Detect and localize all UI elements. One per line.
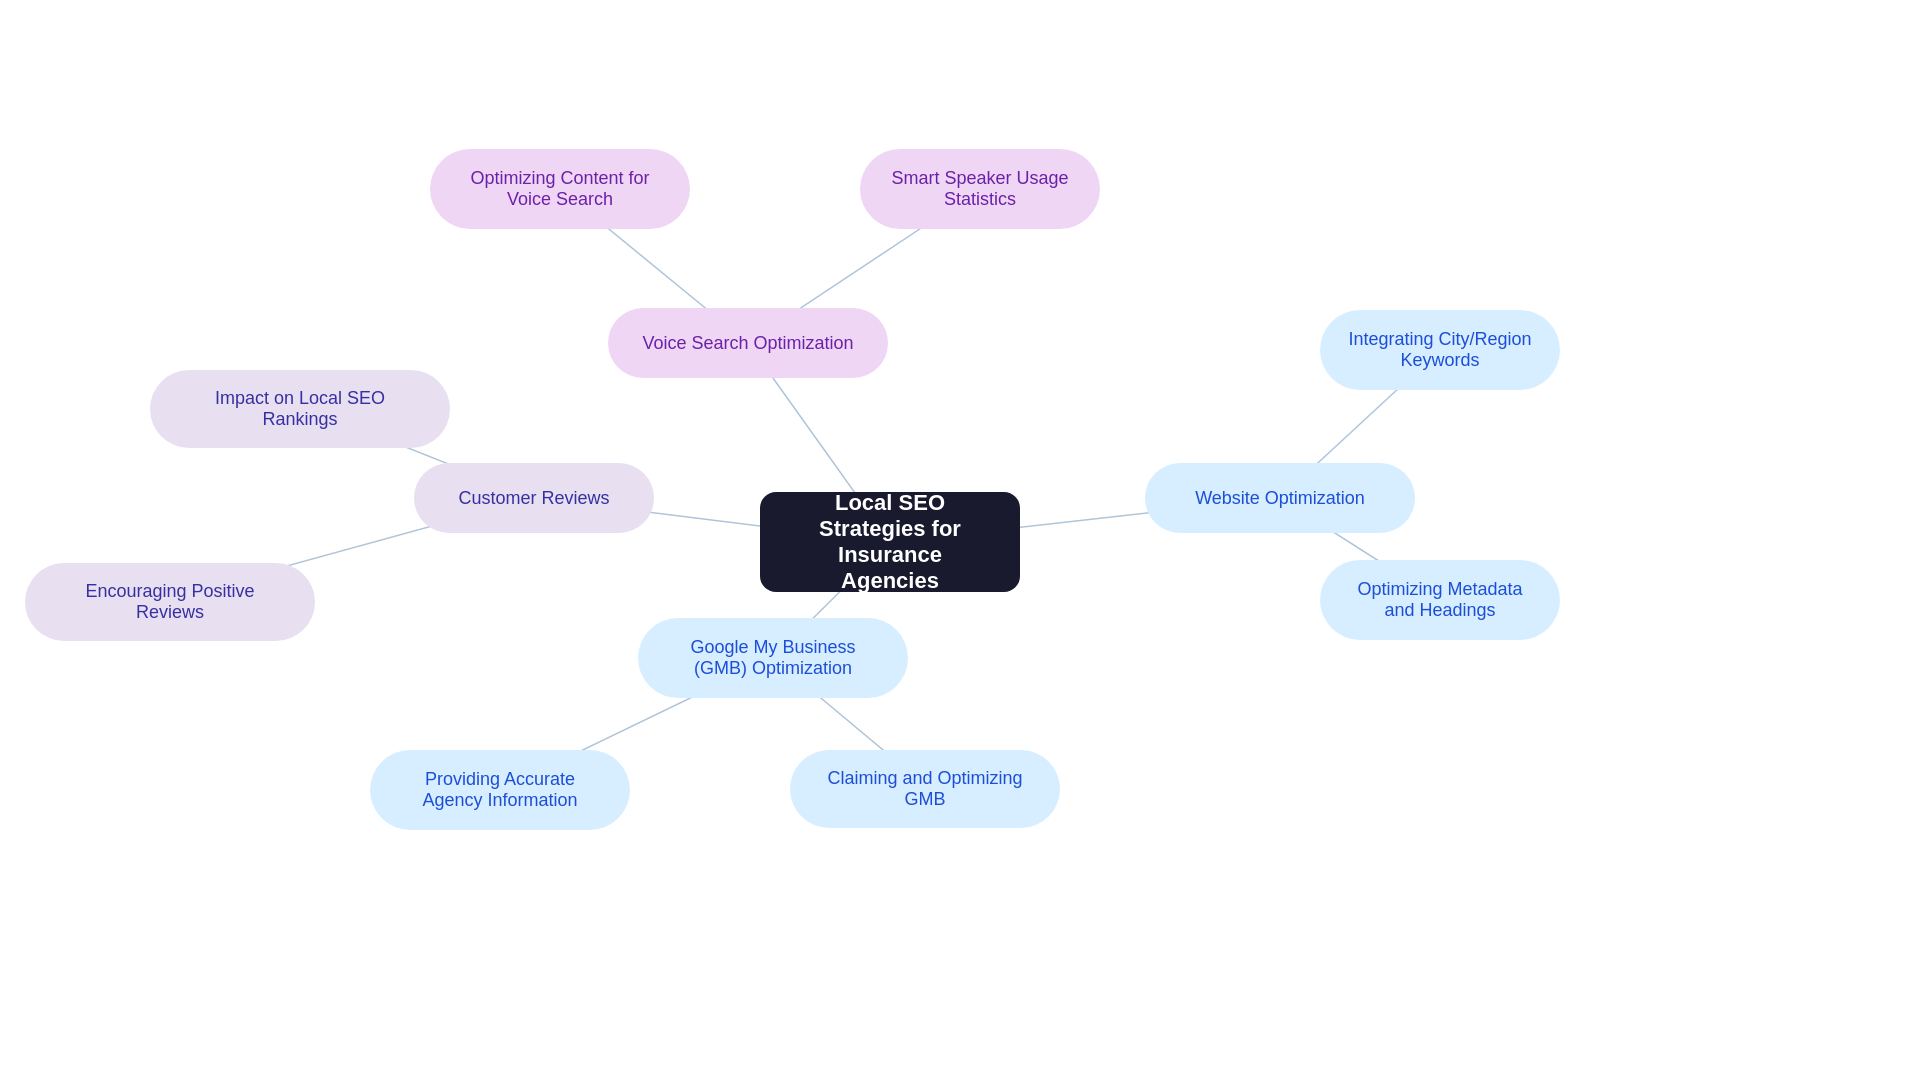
customer-reviews[interactable]: Customer Reviews xyxy=(414,463,654,533)
website-opt[interactable]: Website Optimization xyxy=(1145,463,1415,533)
claiming-gmb[interactable]: Claiming and Optimizing GMB xyxy=(790,750,1060,828)
smart-speaker[interactable]: Smart Speaker Usage Statistics xyxy=(860,149,1100,229)
optimizing-content[interactable]: Optimizing Content for Voice Search xyxy=(430,149,690,229)
gmb-opt[interactable]: Google My Business (GMB) Optimization xyxy=(638,618,908,698)
providing-accurate[interactable]: Providing Accurate Agency Information xyxy=(370,750,630,830)
encouraging-reviews[interactable]: Encouraging Positive Reviews xyxy=(25,563,315,641)
voice-search-opt[interactable]: Voice Search Optimization xyxy=(608,308,888,378)
impact-local-seo[interactable]: Impact on Local SEO Rankings xyxy=(150,370,450,448)
mindmap-container: Voice Search Optimization Optimizing Cont… xyxy=(0,0,1920,1083)
center-node[interactable]: Local SEO Strategies for Insurance Agenc… xyxy=(760,492,1020,592)
optimizing-metadata[interactable]: Optimizing Metadata and Headings xyxy=(1320,560,1560,640)
integrating-keywords[interactable]: Integrating City/Region Keywords xyxy=(1320,310,1560,390)
